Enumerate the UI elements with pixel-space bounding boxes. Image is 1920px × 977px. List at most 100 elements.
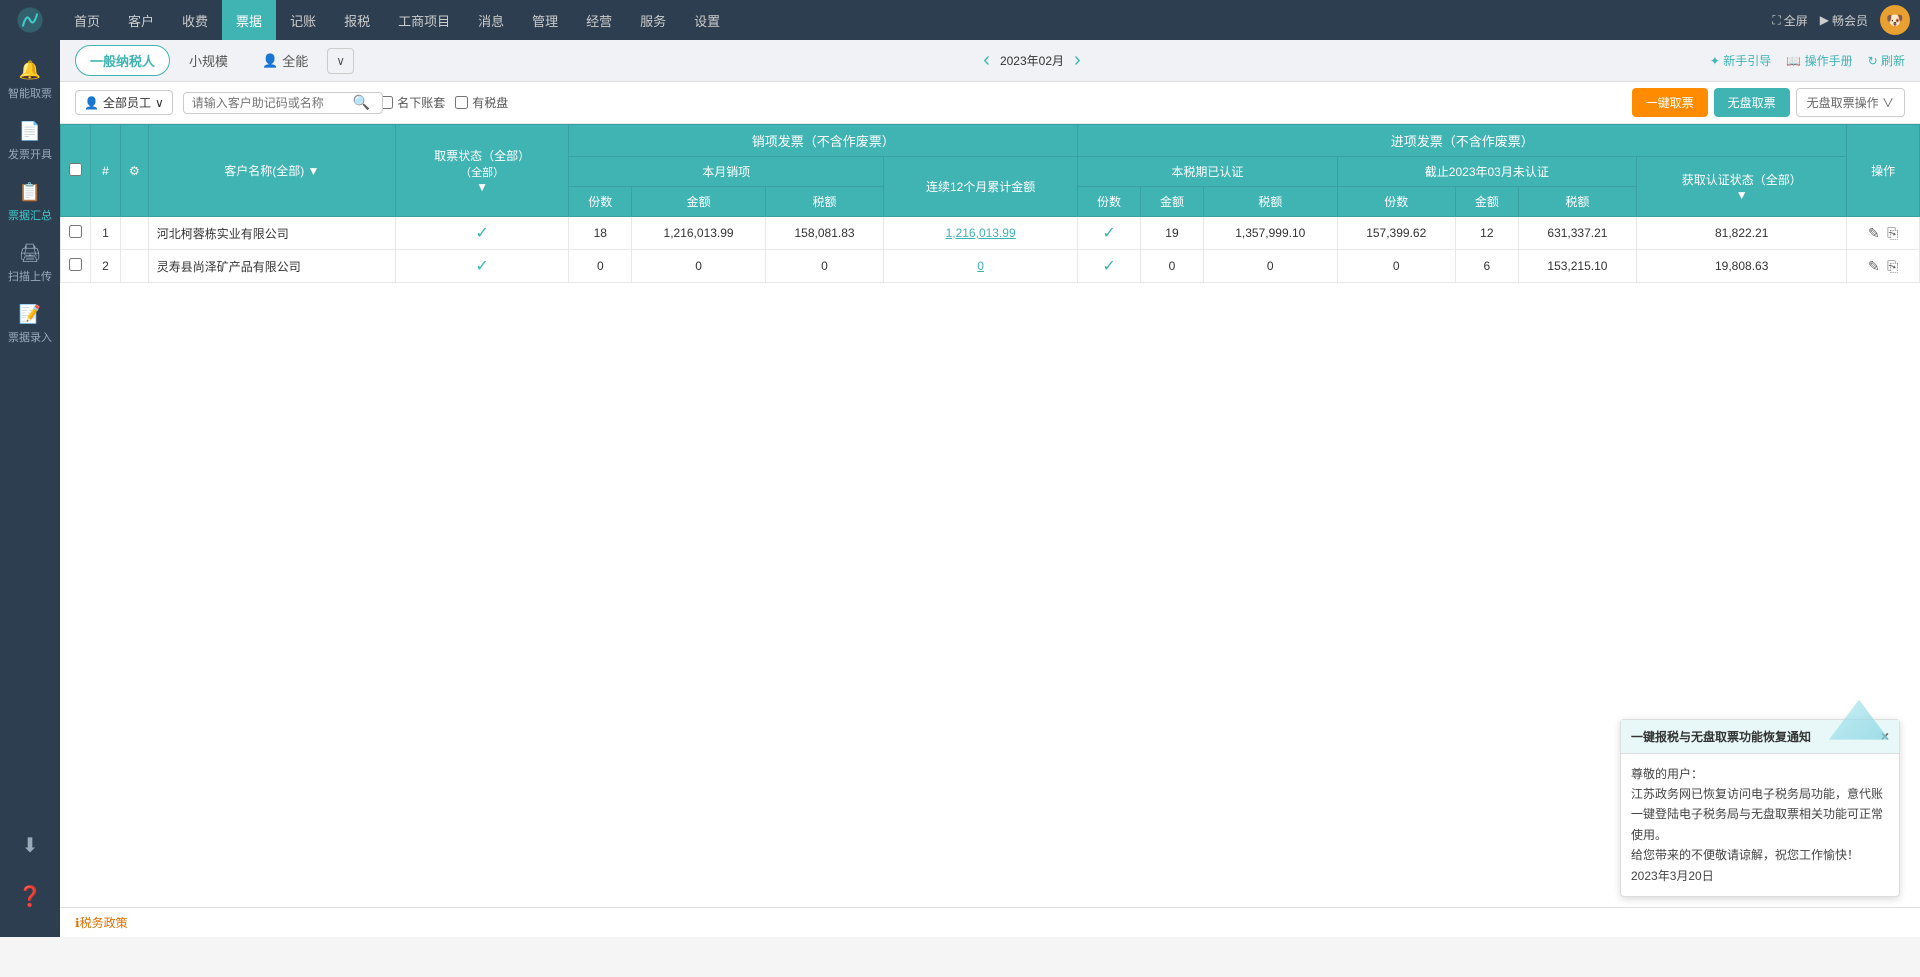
row-purchase-tax-0: 157,399.62 [1337, 217, 1455, 250]
row-sales-tax-0: 158,081.83 [765, 217, 883, 250]
sidebar-item-label-smart-fetch: 智能取票 [8, 85, 52, 101]
popup-body: 尊敬的用户：江苏政务网已恢复访问电子税务局功能，意代账一键登陆电子税务局与无盘取… [1621, 754, 1899, 896]
col-operation: 操作 [1847, 125, 1920, 217]
row-sales-parts-1: 0 [569, 250, 632, 283]
col-purchase-tax: 税额 [1203, 187, 1337, 217]
tab-header-right: ✦ 新手引导 📖 操作手册 ↻ 刷新 [1710, 52, 1905, 69]
col-purchase-deadline-group: 截止2023年03月未认证 [1337, 157, 1636, 187]
col-settings: ⚙ [121, 125, 149, 217]
nav-settings[interactable]: 设置 [680, 0, 734, 40]
sidebar-item-invoice-summary[interactable]: 📋 票据汇总 [0, 172, 60, 233]
col-purchase-parts: 份数 [1078, 187, 1141, 217]
left-sidebar: 🔔 智能取票 📄 发票开具 📋 票据汇总 🖨 扫描上传 📝 票据录入 ⬇ ❓ [0, 40, 60, 937]
invoice-summary-icon: 📋 [19, 182, 41, 203]
sidebar-download-btn[interactable]: ⬇ [14, 825, 47, 866]
col-sales-amount: 金额 [632, 187, 766, 217]
filter-icon-fetch[interactable]: ▼ [476, 180, 488, 194]
nav-message[interactable]: 消息 [464, 0, 518, 40]
nav-operation[interactable]: 经营 [572, 0, 626, 40]
nav-business[interactable]: 工商项目 [384, 0, 464, 40]
tab-all-icon: 👤 [262, 53, 278, 69]
col-purchase-cert-status: 获取认证状态（全部） ▼ [1637, 157, 1847, 217]
tab-small-scale[interactable]: 小规模 [174, 45, 243, 76]
sidebar-item-label-invoice-open: 发票开具 [8, 146, 52, 162]
row-customer-name-1: 灵寿县尚泽矿产品有限公司 [148, 250, 395, 283]
no-disc-fetch-btn[interactable]: 无盘取票 [1714, 88, 1790, 117]
filter-icon-cert[interactable]: ▼ [1736, 188, 1748, 202]
nav-service[interactable]: 服务 [626, 0, 680, 40]
nav-invoice[interactable]: 票据 [222, 0, 276, 40]
nav-manage[interactable]: 管理 [518, 0, 572, 40]
no-disc-ops-btn[interactable]: 无盘取票操作 ∨ [1796, 88, 1905, 117]
row-copy-btn-0[interactable]: ⎘ [1887, 225, 1898, 241]
row-sales-12month-link-0[interactable]: 1,216,013.99 [946, 226, 1016, 240]
manual-link[interactable]: 📖 操作手册 [1786, 52, 1852, 69]
tab-more-btn[interactable]: ∨ [327, 48, 354, 74]
row-checkbox-input-1[interactable] [69, 258, 82, 271]
sidebar-item-label-scan-upload: 扫描上传 [8, 268, 52, 284]
row-purchase-parts-0: 19 [1141, 217, 1204, 250]
row-sales-12month-link-1[interactable]: 0 [977, 259, 984, 273]
row-checkbox-input-0[interactable] [69, 225, 82, 238]
tab-header-left: 一般纳税人 小规模 👤 全能 ∨ [75, 45, 354, 76]
row-edit-btn-0[interactable]: ✎ [1868, 225, 1880, 241]
col-uncert-parts: 份数 [1337, 187, 1455, 217]
row-fetch-status-1: ✓ [395, 250, 568, 283]
row-sales-12month-0: 1,216,013.99 [884, 217, 1078, 250]
row-sales-amount-0: 1,216,013.99 [632, 217, 766, 250]
sidebar-bottom: ⬇ ❓ [10, 825, 51, 937]
tab-general-taxpayer[interactable]: 一般纳税人 [75, 45, 170, 76]
col-sales-tax: 税额 [765, 187, 883, 217]
row-operations-0: ✎ ⎘ [1847, 217, 1920, 250]
one-key-fetch-btn[interactable]: 一键取票 [1632, 88, 1708, 117]
sidebar-item-invoice-open[interactable]: 📄 发票开具 [0, 111, 60, 172]
status-bar[interactable]: ℹ 税务政策 [60, 907, 1920, 937]
date-display: 2023年02月 [1000, 52, 1064, 69]
col-checkbox [61, 125, 91, 217]
taxdisk-checkbox-input[interactable] [455, 96, 468, 109]
row-purchase-tax-1: 0 [1337, 250, 1455, 283]
date-next-btn[interactable]: › [1074, 49, 1081, 72]
sidebar-item-scan-upload[interactable]: 🖨 扫描上传 [0, 233, 60, 294]
refresh-link[interactable]: ↻ 刷新 [1868, 52, 1905, 69]
row-uncert-tax-1: 19,808.63 [1637, 250, 1847, 283]
filter-icon-customer[interactable]: ▼ [308, 164, 320, 178]
app-logo [10, 0, 50, 40]
taxdisk-checkbox[interactable]: 有税盘 [455, 94, 508, 111]
employee-filter[interactable]: 👤 全部员工 ∨ [75, 90, 173, 115]
vip-btn[interactable]: ▶ 畅会员 [1820, 12, 1868, 29]
tab-all[interactable]: 👤 全能 [247, 45, 323, 76]
nav-tax[interactable]: 报税 [330, 0, 384, 40]
search-button[interactable]: 🔍 [353, 94, 370, 111]
nav-customer[interactable]: 客户 [114, 0, 168, 40]
subacc-checkbox[interactable]: 名下账套 [380, 94, 445, 111]
sidebar-item-invoice-entry[interactable]: 📝 票据录入 [0, 294, 60, 355]
nav-items: 首页 客户 收费 票据 记账 报税 工商项目 消息 管理 经营 服务 设置 [60, 0, 1772, 40]
row-sales-12month-1: 0 [884, 250, 1078, 283]
date-prev-btn[interactable]: ‹ [983, 49, 990, 72]
nav-home[interactable]: 首页 [60, 0, 114, 40]
user-avatar[interactable]: 🐶 [1880, 5, 1910, 35]
sidebar-help-btn[interactable]: ❓ [10, 876, 51, 917]
nav-bookkeeping[interactable]: 记账 [276, 0, 330, 40]
col-customer-name: 客户名称(全部) ▼ [148, 125, 395, 217]
row-operations-1: ✎ ⎘ [1847, 250, 1920, 283]
nav-fee[interactable]: 收费 [168, 0, 222, 40]
sidebar-item-smart-fetch[interactable]: 🔔 智能取票 [0, 50, 60, 111]
row-sales-amount-1: 0 [632, 250, 766, 283]
row-purchase-cert-status-0: ✓ [1078, 217, 1141, 250]
row-customer-name-0: 河北柯蓉栋实业有限公司 [148, 217, 395, 250]
row-edit-btn-1[interactable]: ✎ [1868, 258, 1880, 274]
row-uncert-tax-0: 81,822.21 [1637, 217, 1847, 250]
status-text: 税务政策 [80, 914, 128, 931]
new-guide-link[interactable]: ✦ 新手引导 [1710, 52, 1771, 69]
select-all-checkbox[interactable] [69, 163, 82, 176]
col-sales-month-group: 本月销项 [569, 157, 884, 187]
col-purchase-period-group: 本税期已认证 [1078, 157, 1338, 187]
col-purchase-amount: 金额 [1141, 187, 1204, 217]
row-copy-btn-1[interactable]: ⎘ [1887, 258, 1898, 274]
filter-row: 👤 全部员工 ∨ 🔍 名下账套 有税盘 一键取票 无盘取票 无盘取票操作 ∨ [60, 82, 1920, 124]
table-row: 1 河北柯蓉栋实业有限公司 ✓ 18 1,216,013.99 158,081.… [61, 217, 1920, 250]
col-sales-parts: 份数 [569, 187, 632, 217]
fullscreen-btn[interactable]: ⛶ 全屏 [1772, 12, 1807, 29]
